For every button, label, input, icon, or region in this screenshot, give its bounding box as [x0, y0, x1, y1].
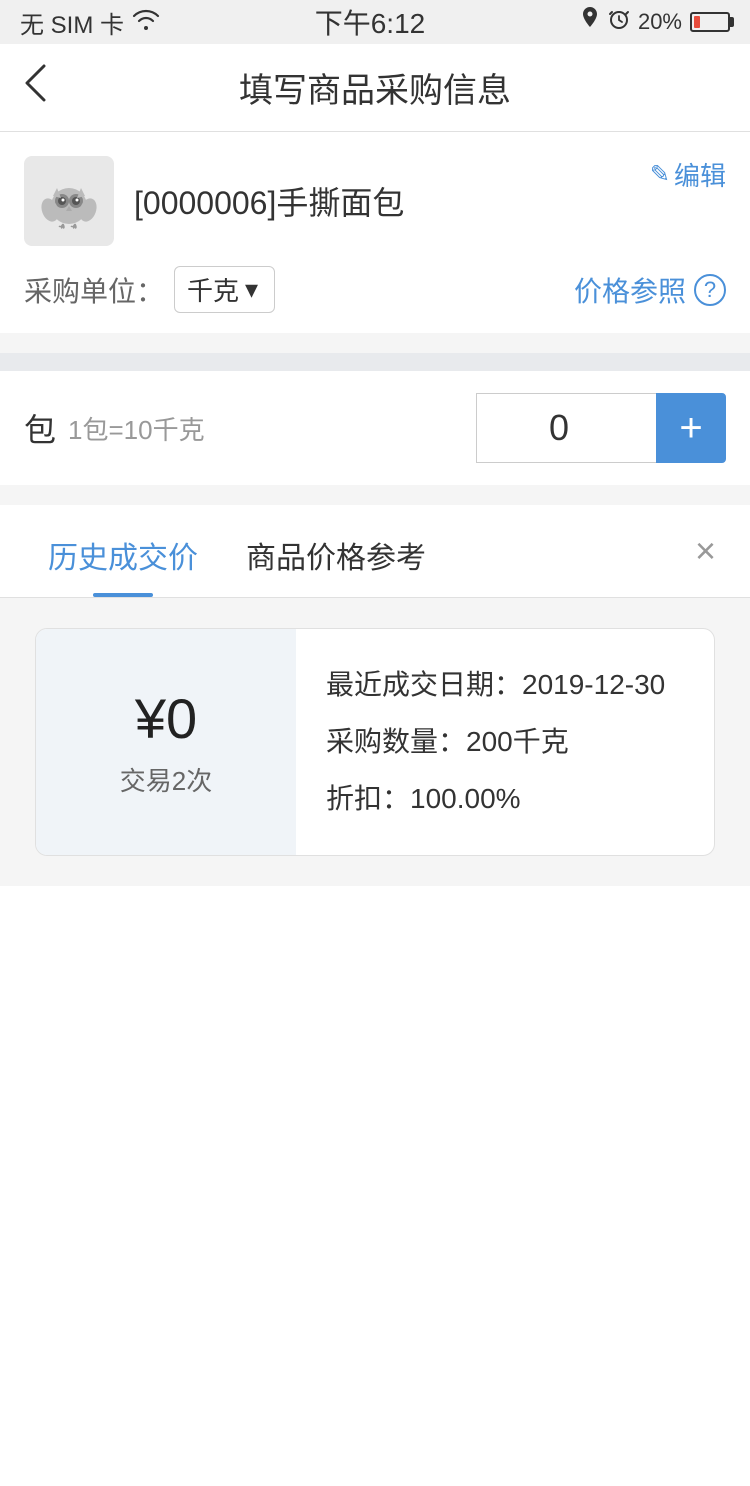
tab-active-indicator — [93, 593, 153, 597]
plus-icon: + — [679, 406, 702, 451]
empty-area — [0, 886, 750, 1486]
page-title: 填写商品采购信息 — [239, 63, 511, 112]
unit-select[interactable]: 千克 ▾ — [174, 266, 275, 313]
edit-icon: ✎ — [650, 160, 670, 189]
unit-note: 1包=10千克 — [68, 410, 205, 447]
quantity-plus-button[interactable]: + — [656, 393, 726, 463]
quantity-unit-info: 包 1包=10千克 — [24, 405, 205, 451]
price-ref-help-icon: ? — [694, 274, 726, 306]
tabs-container: 历史成交价 商品价格参考 × — [0, 505, 750, 598]
close-button[interactable]: × — [685, 510, 726, 592]
product-header: [0000006]手撕面包 ✎ 编辑 — [24, 156, 726, 246]
discount-label: 折扣： — [326, 783, 410, 814]
date-value: 2019-12-30 — [522, 669, 665, 700]
product-name: [0000006]手撕面包 — [134, 178, 404, 224]
tab-history-price[interactable]: 历史成交价 — [24, 505, 222, 597]
price-display: ¥0 — [135, 686, 197, 751]
product-left: [0000006]手撕面包 — [24, 156, 404, 246]
detail-date: 最近成交日期：2019-12-30 — [326, 665, 684, 704]
close-icon: × — [695, 530, 716, 571]
product-image — [24, 156, 114, 246]
edit-label: 编辑 — [674, 156, 726, 193]
battery-percent: 20% — [638, 9, 682, 35]
qty-label: 采购数量： — [326, 726, 466, 757]
unit-label: 采购单位： 千克 ▾ — [24, 266, 275, 313]
currency-symbol: ¥ — [135, 687, 166, 750]
history-price-card: ¥0 交易2次 最近成交日期：2019-12-30 采购数量：200千克 折扣：… — [35, 628, 715, 856]
back-button[interactable] — [24, 64, 46, 111]
quantity-controls: + — [476, 393, 726, 463]
quantity-input[interactable] — [476, 393, 656, 463]
trade-count: 交易2次 — [120, 761, 212, 798]
wifi-icon — [132, 8, 160, 37]
status-time: 下午6:12 — [315, 2, 426, 42]
battery-icon — [690, 12, 730, 32]
edit-button[interactable]: ✎ 编辑 — [650, 156, 726, 193]
price-summary: ¥0 交易2次 — [36, 629, 296, 855]
unit-badge: 包 — [24, 405, 56, 451]
nav-bar: 填写商品采购信息 — [0, 44, 750, 132]
discount-value: 100.00% — [410, 783, 521, 814]
date-label: 最近成交日期： — [326, 669, 522, 700]
product-unit-row: 采购单位： 千克 ▾ 价格参照 ? — [24, 266, 726, 313]
qty-value: 200千克 — [466, 726, 569, 757]
status-right: 20% — [580, 7, 730, 37]
detail-quantity: 采购数量：200千克 — [326, 722, 684, 761]
dropdown-icon: ▾ — [245, 274, 258, 305]
quantity-row: 包 1包=10千克 + — [0, 371, 750, 485]
price-details: 最近成交日期：2019-12-30 采购数量：200千克 折扣：100.00% — [296, 629, 714, 855]
alarm-icon — [608, 8, 630, 36]
status-bar: 无 SIM 卡 下午6:12 20% — [0, 0, 750, 44]
tab-product-price-ref[interactable]: 商品价格参考 — [222, 505, 450, 597]
price-ref-button[interactable]: 价格参照 ? — [574, 270, 726, 310]
sim-label: 无 SIM 卡 — [20, 5, 124, 40]
detail-discount: 折扣：100.00% — [326, 779, 684, 818]
location-icon — [580, 7, 600, 37]
section-divider — [0, 353, 750, 371]
status-left: 无 SIM 卡 — [20, 5, 160, 40]
product-card: [0000006]手撕面包 ✎ 编辑 采购单位： 千克 ▾ 价格参照 ? — [0, 132, 750, 333]
